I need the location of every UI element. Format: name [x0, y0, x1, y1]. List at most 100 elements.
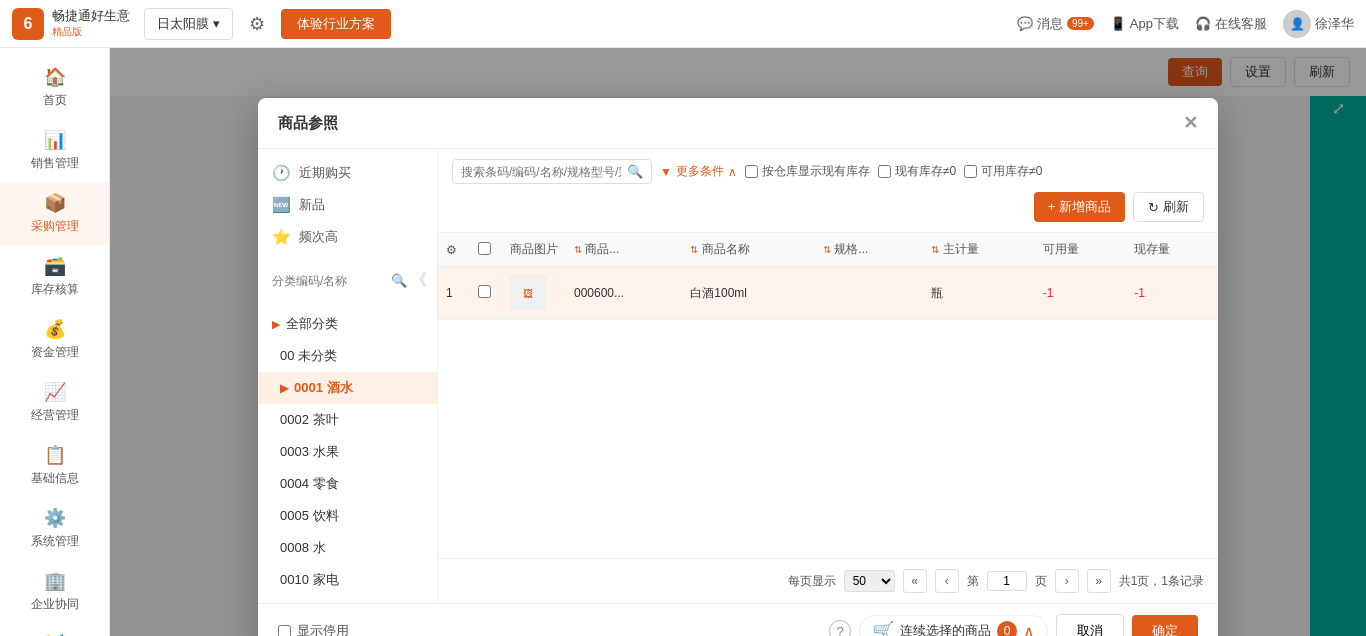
cart-area: 🛒 连续选择的商品 0 ∧	[859, 615, 1048, 636]
td-unit: 瓶	[923, 267, 1035, 320]
headset-icon: 🎧	[1195, 16, 1211, 31]
category-search-wrap: 🔍	[268, 269, 411, 292]
search-icon[interactable]: 🔍	[627, 164, 643, 179]
cancel-btn[interactable]: 取消	[1056, 614, 1124, 636]
refresh-btn[interactable]: ↻ 刷新	[1133, 192, 1204, 222]
th-code[interactable]: ⇅ 商品...	[566, 233, 682, 267]
modal-body: 🕐 近期购买 🆕 新品 ⭐ 频次高	[258, 149, 1218, 603]
cart-count: 0	[997, 621, 1017, 636]
sidebar-item-operations[interactable]: 📈 经营管理	[0, 371, 109, 434]
td-checkbox	[470, 267, 502, 320]
category-appliance[interactable]: 0010 家电	[258, 564, 437, 596]
category-all[interactable]: ▶ 全部分类	[258, 308, 437, 340]
filter-icon: ▼	[660, 165, 672, 179]
checkbox-usable-label[interactable]: 可用库存≠0	[964, 163, 1042, 180]
last-page-btn[interactable]: »	[1087, 569, 1111, 593]
th-unit[interactable]: ⇅ 主计量	[923, 233, 1035, 267]
table-row[interactable]: 1 🖼	[438, 267, 1218, 320]
collapse-cart-btn[interactable]: ∧	[1023, 622, 1035, 637]
logo-area: 6 畅捷通好生意 精品版	[12, 8, 132, 40]
messages-item[interactable]: 💬 消息 99+	[1017, 15, 1094, 33]
product-thumbnail: 🖼	[510, 275, 546, 311]
mobile-icon: 📱	[1110, 16, 1126, 31]
checkbox-usable[interactable]	[964, 165, 977, 178]
app-download-item[interactable]: 📱 App下载	[1110, 15, 1179, 33]
sidebar-item-home[interactable]: 🏠 首页	[0, 56, 109, 119]
sidebar-item-inventory[interactable]: 🗃️ 库存核算	[0, 245, 109, 308]
product-search-input[interactable]	[461, 165, 621, 179]
sidebar: 🏠 首页 📊 销售管理 📦 采购管理 🗃️ 库存核算 💰 资金管理 📈 经营管理…	[0, 48, 110, 636]
sort-icon4: ⇅	[931, 244, 939, 255]
gear-icon[interactable]: ⚙	[245, 9, 269, 39]
td-available: -1	[1035, 267, 1127, 320]
search-input-wrap: 🔍	[452, 159, 652, 184]
sidebar-item-basic-info[interactable]: 📋 基础信息	[0, 434, 109, 497]
category-snack[interactable]: 0004 零食	[258, 468, 437, 500]
category-beverage[interactable]: 0005 饮料	[258, 500, 437, 532]
next-page-btn[interactable]: ›	[1055, 569, 1079, 593]
collapse-left-btn[interactable]: 《	[411, 270, 427, 291]
sidebar-item-guide[interactable]: 🔰 新手引导	[0, 623, 109, 636]
category-search-icon[interactable]: 🔍	[391, 273, 407, 288]
category-tea[interactable]: 0002 茶叶	[258, 404, 437, 436]
select-all-checkbox[interactable]	[478, 242, 491, 255]
checkbox-available[interactable]	[878, 165, 891, 178]
purchase-icon: 📦	[44, 192, 66, 214]
sidebar-item-purchase[interactable]: 📦 采购管理	[0, 182, 109, 245]
category-fruit[interactable]: 0003 水果	[258, 436, 437, 468]
category-water[interactable]: 0008 水	[258, 532, 437, 564]
sidebar-item-system[interactable]: ⚙️ 系统管理	[0, 497, 109, 560]
row-checkbox[interactable]	[478, 285, 491, 298]
sidebar-item-sales[interactable]: 📊 销售管理	[0, 119, 109, 182]
system-icon: ⚙️	[44, 507, 66, 529]
category-uncategorized[interactable]: 00 未分类	[258, 340, 437, 372]
message-icon: 💬	[1017, 16, 1033, 31]
inventory-icon: 🗃️	[44, 255, 66, 277]
nav-dropdown-store[interactable]: 日太阳膜 ▾	[144, 8, 233, 40]
confirm-btn[interactable]: 确定	[1132, 615, 1198, 636]
product-table: ⚙ 商品图片 ⇅	[438, 233, 1218, 320]
help-icon[interactable]: ?	[829, 620, 851, 636]
th-image: 商品图片	[502, 233, 566, 267]
show-disabled-label[interactable]: 显示停用	[278, 622, 349, 636]
checkbox-available-label[interactable]: 现有库存≠0	[878, 163, 956, 180]
modal-title: 商品参照	[278, 114, 338, 133]
basic-info-icon: 📋	[44, 444, 66, 466]
clock-icon: 🕐	[272, 164, 291, 182]
active-arrow-icon: ▶	[280, 382, 288, 395]
th-name[interactable]: ⇅ 商品名称	[682, 233, 815, 267]
modal-right-panel: 🔍 ▼ 更多条件 ∧ 按仓库显示现有库存	[438, 149, 1218, 603]
quick-item-new[interactable]: 🆕 新品	[258, 189, 437, 221]
modal-close-btn[interactable]: ✕	[1183, 112, 1198, 134]
show-disabled-checkbox[interactable]	[278, 625, 291, 637]
first-page-btn[interactable]: «	[903, 569, 927, 593]
add-product-btn[interactable]: + 新增商品	[1034, 192, 1125, 222]
cart-icon[interactable]: 🛒	[872, 620, 894, 636]
quick-item-recent[interactable]: 🕐 近期购买	[258, 157, 437, 189]
th-stock: 现存量	[1126, 233, 1218, 267]
online-service-item[interactable]: 🎧 在线客服	[1195, 15, 1267, 33]
prev-page-btn[interactable]: ‹	[935, 569, 959, 593]
sidebar-item-finance[interactable]: 💰 资金管理	[0, 308, 109, 371]
checkbox-warehouse[interactable]	[745, 165, 758, 178]
user-item[interactable]: 👤 徐泽华	[1283, 10, 1354, 38]
experience-btn[interactable]: 体验行业方案	[281, 9, 391, 39]
th-spec[interactable]: ⇅ 规格...	[815, 233, 923, 267]
page-number-input[interactable]	[987, 571, 1027, 591]
td-name: 白酒100ml	[682, 267, 815, 320]
per-page-select[interactable]: 50 10 20 100	[844, 570, 895, 592]
category-search-input[interactable]	[272, 274, 385, 288]
refresh-icon: ↻	[1148, 200, 1159, 215]
category-liquor[interactable]: ▶ 0001 酒水	[258, 372, 437, 404]
filter-more-btn[interactable]: ▼ 更多条件 ∧	[660, 163, 737, 180]
sort-icon3: ⇅	[823, 244, 831, 255]
table-head: ⚙ 商品图片 ⇅	[438, 233, 1218, 267]
content-area: ✕ ⤢ 查询 设置 刷新 商品参照 ✕	[110, 48, 1366, 636]
avatar: 👤	[1283, 10, 1311, 38]
table-body: 1 🖼	[438, 267, 1218, 320]
sidebar-item-enterprise[interactable]: 🏢 企业协同	[0, 560, 109, 623]
quick-item-frequent[interactable]: ⭐ 频次高	[258, 221, 437, 253]
home-icon: 🏠	[44, 66, 66, 88]
checkbox-warehouse-label[interactable]: 按仓库显示现有库存	[745, 163, 870, 180]
sort-icon2: ⇅	[690, 244, 698, 255]
